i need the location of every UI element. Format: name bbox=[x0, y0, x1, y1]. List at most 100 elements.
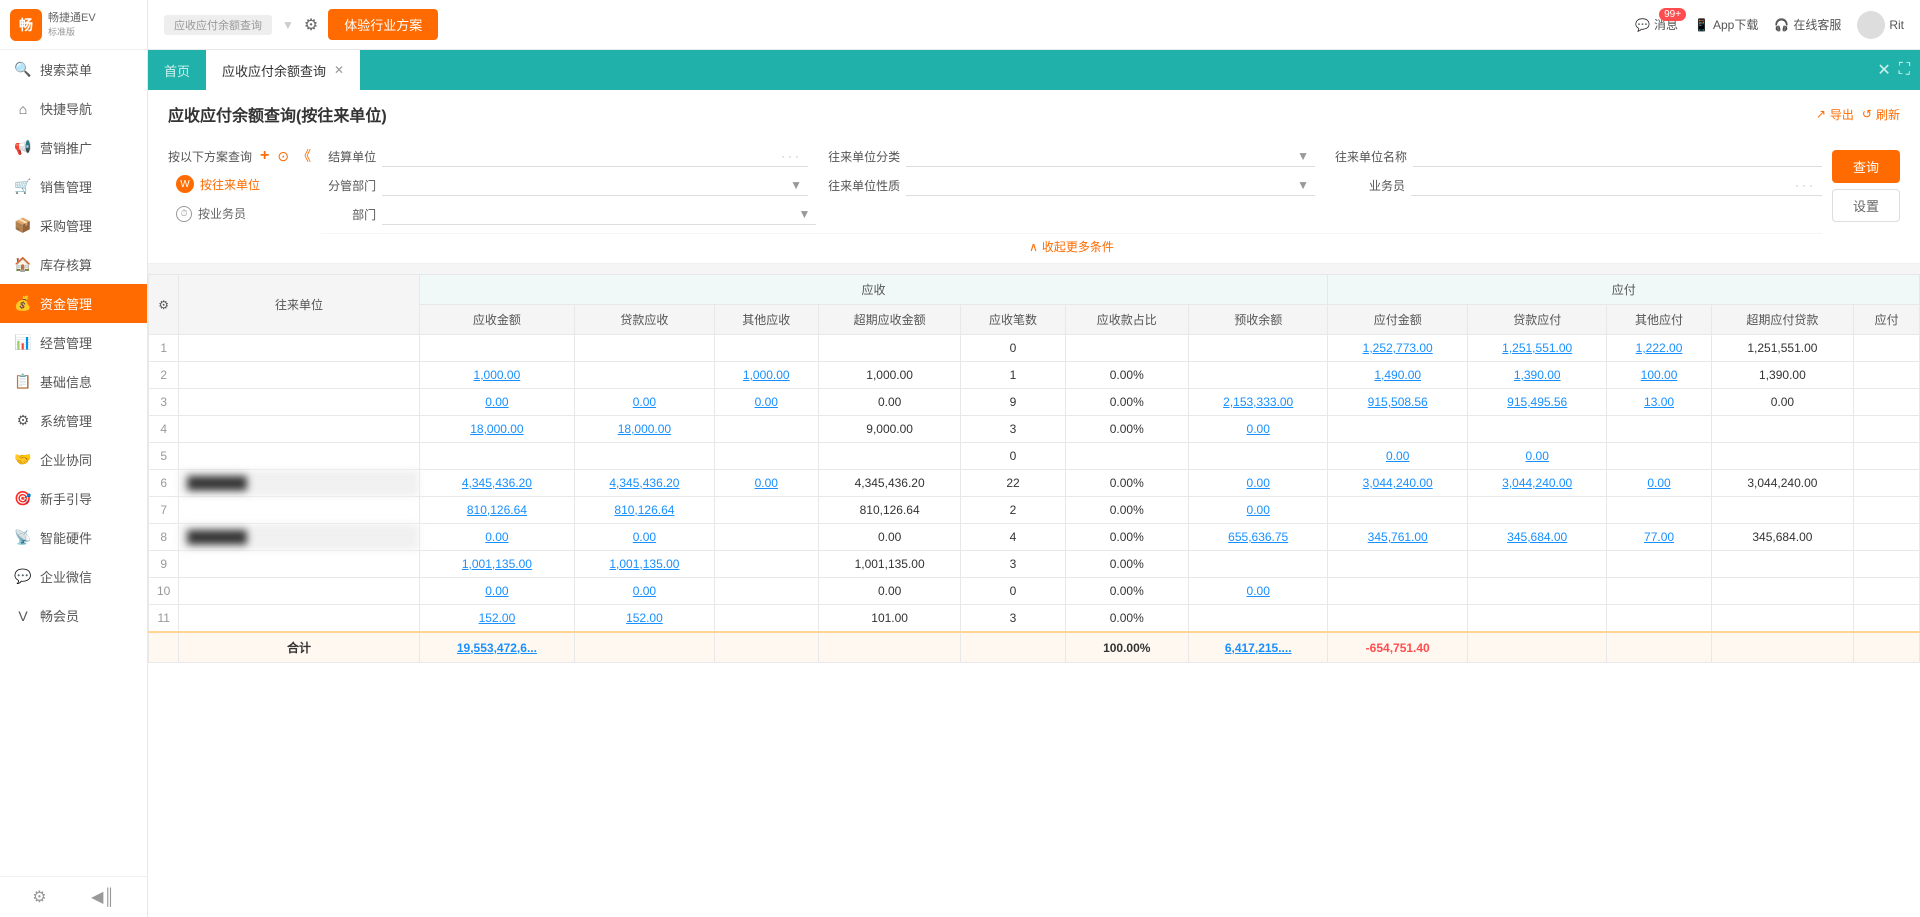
data-cell[interactable] bbox=[1607, 443, 1711, 470]
data-cell[interactable]: 1,252,773.00 bbox=[1328, 335, 1468, 362]
data-cell[interactable] bbox=[575, 335, 715, 362]
data-cell[interactable]: 345,761.00 bbox=[1328, 524, 1468, 551]
data-cell[interactable] bbox=[1607, 551, 1711, 578]
sidebar-item-search[interactable]: 🔍搜索菜单 bbox=[0, 50, 147, 89]
field-settlement-input[interactable]: ··· bbox=[382, 146, 808, 167]
data-cell[interactable] bbox=[714, 443, 818, 470]
data-cell[interactable] bbox=[1188, 551, 1328, 578]
data-cell[interactable]: 4,345,436.20 bbox=[419, 470, 575, 497]
data-cell[interactable]: 1,000.00 bbox=[714, 362, 818, 389]
data-cell[interactable]: 0.00 bbox=[419, 524, 575, 551]
tab-home[interactable]: 首页 bbox=[148, 50, 206, 90]
promo-button[interactable]: 体验行业方案 bbox=[328, 9, 438, 40]
data-cell[interactable]: 1,390.00 bbox=[1467, 362, 1607, 389]
data-cell[interactable] bbox=[1328, 605, 1468, 633]
data-cell[interactable] bbox=[1467, 416, 1607, 443]
data-cell[interactable] bbox=[714, 524, 818, 551]
sidebar-item-iot[interactable]: 📡智能硬件 bbox=[0, 518, 147, 557]
data-cell[interactable] bbox=[1188, 362, 1328, 389]
data-cell[interactable]: 3,044,240.00 bbox=[1467, 470, 1607, 497]
data-cell[interactable] bbox=[714, 605, 818, 633]
tab-close-window-icon[interactable]: ✕ bbox=[1877, 60, 1890, 80]
tab-expand-icon[interactable]: ⛶ bbox=[1899, 61, 1910, 79]
data-cell[interactable] bbox=[1607, 416, 1711, 443]
online-service-button[interactable]: 🎧 在线客服 bbox=[1774, 16, 1841, 33]
data-cell[interactable]: 3,044,240.00 bbox=[1328, 470, 1468, 497]
field-unit-name-input[interactable] bbox=[1413, 146, 1822, 167]
field-section-dept-select[interactable]: ▼ bbox=[382, 204, 816, 225]
settings-bottom-icon[interactable]: ⚙ bbox=[32, 887, 46, 907]
data-cell[interactable]: 0.00 bbox=[575, 524, 715, 551]
data-cell[interactable] bbox=[1328, 551, 1468, 578]
data-cell[interactable]: 0.00 bbox=[1467, 443, 1607, 470]
data-cell[interactable] bbox=[1188, 443, 1328, 470]
data-cell[interactable]: 1,251,551.00 bbox=[1467, 335, 1607, 362]
data-cell[interactable]: 152.00 bbox=[575, 605, 715, 633]
data-cell[interactable]: 152.00 bbox=[419, 605, 575, 633]
data-cell[interactable]: 0.00 bbox=[419, 578, 575, 605]
sidebar-item-sales[interactable]: 🛒销售管理 bbox=[0, 167, 147, 206]
collapse-bottom-icon[interactable]: ◀║ bbox=[91, 887, 115, 907]
data-cell[interactable]: 77.00 bbox=[1607, 524, 1711, 551]
data-cell[interactable]: 345,684.00 bbox=[1467, 524, 1607, 551]
settings-button[interactable]: 设置 bbox=[1832, 189, 1900, 222]
data-cell[interactable]: 0.00 bbox=[1328, 443, 1468, 470]
field-dept-select[interactable]: ▼ bbox=[382, 175, 808, 196]
field-staff-input[interactable]: ··· bbox=[1411, 175, 1822, 196]
data-cell[interactable]: 100.00 bbox=[1607, 362, 1711, 389]
sidebar-item-guide[interactable]: 🎯新手引导 bbox=[0, 479, 147, 518]
data-cell[interactable]: 0.00 bbox=[714, 470, 818, 497]
data-cell[interactable]: 0.00 bbox=[1188, 470, 1328, 497]
data-cell[interactable] bbox=[1467, 605, 1607, 633]
data-cell[interactable]: 2,153,333.00 bbox=[1188, 389, 1328, 416]
sidebar-item-purchase[interactable]: 📦采购管理 bbox=[0, 206, 147, 245]
data-cell[interactable]: 810,126.64 bbox=[419, 497, 575, 524]
app-download-button[interactable]: 📱 App下载 bbox=[1694, 16, 1758, 33]
query-button[interactable]: 查询 bbox=[1832, 150, 1900, 183]
data-cell[interactable]: 1,001,135.00 bbox=[419, 551, 575, 578]
method-by-unit[interactable]: W 按往来单位 bbox=[168, 172, 311, 196]
user-menu[interactable]: Rit bbox=[1857, 11, 1904, 39]
refresh-button[interactable]: ↺ 刷新 bbox=[1862, 106, 1900, 123]
method-by-staff[interactable]: ⏱ 按业务员 bbox=[168, 202, 311, 225]
export-button[interactable]: ↗ 导出 bbox=[1816, 106, 1854, 123]
add-scheme-icon[interactable]: + bbox=[260, 147, 269, 165]
data-cell[interactable] bbox=[1467, 578, 1607, 605]
data-cell[interactable]: 0.00 bbox=[419, 389, 575, 416]
data-cell[interactable] bbox=[575, 362, 715, 389]
field-unit-category-select[interactable]: ▼ bbox=[906, 146, 1315, 167]
sidebar-item-quicknav[interactable]: ⌂快捷导航 bbox=[0, 89, 147, 128]
data-cell[interactable]: 810,126.64 bbox=[575, 497, 715, 524]
total-prepay[interactable]: 6,417,215.... bbox=[1188, 632, 1328, 663]
sidebar-item-system[interactable]: ⚙系统管理 bbox=[0, 401, 147, 440]
data-cell[interactable] bbox=[575, 443, 715, 470]
data-cell[interactable]: 1,000.00 bbox=[419, 362, 575, 389]
total-ar-amount[interactable]: 19,553,472,6... bbox=[419, 632, 575, 663]
data-cell[interactable] bbox=[419, 443, 575, 470]
data-cell[interactable]: 4,345,436.20 bbox=[575, 470, 715, 497]
data-cell[interactable] bbox=[714, 497, 818, 524]
data-cell[interactable] bbox=[1607, 497, 1711, 524]
data-cell[interactable] bbox=[1467, 551, 1607, 578]
field-unit-nature-select[interactable]: ▼ bbox=[906, 175, 1315, 196]
filter-scheme-icon[interactable]: ⊙ bbox=[277, 148, 289, 165]
collapse-scheme-icon[interactable]: 《 bbox=[297, 146, 311, 166]
data-cell[interactable]: 0.00 bbox=[1188, 578, 1328, 605]
data-cell[interactable]: 0.00 bbox=[575, 389, 715, 416]
data-cell[interactable] bbox=[1607, 605, 1711, 633]
data-cell[interactable] bbox=[419, 335, 575, 362]
data-cell[interactable] bbox=[1328, 578, 1468, 605]
data-cell[interactable] bbox=[1328, 497, 1468, 524]
data-cell[interactable]: 655,636.75 bbox=[1188, 524, 1328, 551]
sidebar-item-vip[interactable]: V畅会员 bbox=[0, 596, 147, 635]
data-cell[interactable]: 915,495.56 bbox=[1467, 389, 1607, 416]
sidebar-item-collab[interactable]: 🤝企业协同 bbox=[0, 440, 147, 479]
collapse-more-btn[interactable]: ∧ 收起更多条件 bbox=[1029, 238, 1114, 255]
data-cell[interactable] bbox=[714, 335, 818, 362]
data-cell[interactable] bbox=[1188, 335, 1328, 362]
sidebar-item-basic[interactable]: 📋基础信息 bbox=[0, 362, 147, 401]
data-cell[interactable]: 18,000.00 bbox=[419, 416, 575, 443]
data-cell[interactable] bbox=[1467, 497, 1607, 524]
data-cell[interactable] bbox=[714, 551, 818, 578]
data-cell[interactable]: 0.00 bbox=[1188, 497, 1328, 524]
